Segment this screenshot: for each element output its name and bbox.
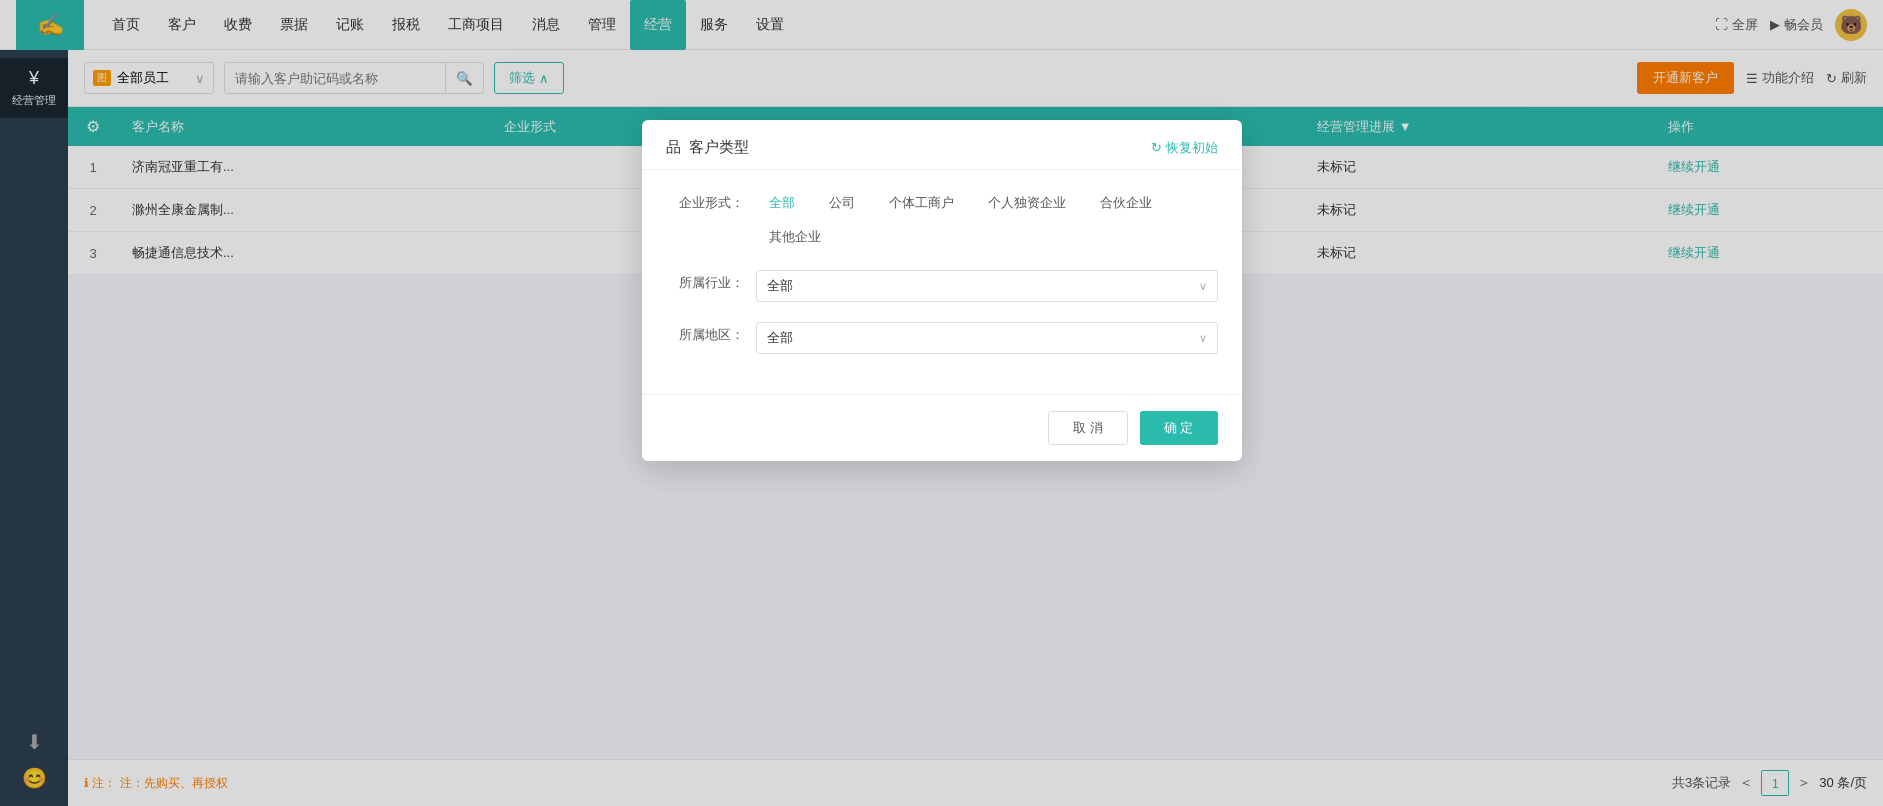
modal-title-text: 客户类型 (689, 138, 749, 157)
industry-form-row: 所属行业： 全部 ∨ (666, 270, 1218, 302)
region-dropdown-icon: ∨ (1199, 332, 1207, 345)
region-select-wrap: 全部 ∨ (756, 322, 1218, 354)
reset-icon: ↻ (1151, 140, 1162, 155)
region-value: 全部 (767, 329, 793, 347)
industry-select[interactable]: 全部 ∨ (756, 270, 1218, 302)
modal-header: 品 客户类型 ↻ 恢复初始 (642, 120, 1242, 170)
industry-dropdown-icon: ∨ (1199, 280, 1207, 293)
modal-overlay: 品 客户类型 ↻ 恢复初始 企业形式： 全部公司个体工商户个人独资企业合伙企业其… (0, 0, 1883, 806)
confirm-button[interactable]: 确 定 (1140, 411, 1218, 445)
enterprise-tag-group: 全部公司个体工商户个人独资企业合伙企业其他企业 (756, 190, 1218, 250)
industry-select-wrap: 全部 ∨ (756, 270, 1218, 302)
modal-footer: 取 消 确 定 (642, 394, 1242, 461)
industry-value: 全部 (767, 277, 793, 295)
filter-modal: 品 客户类型 ↻ 恢复初始 企业形式： 全部公司个体工商户个人独资企业合伙企业其… (642, 120, 1242, 461)
modal-body: 企业形式： 全部公司个体工商户个人独资企业合伙企业其他企业 所属行业： 全部 ∨… (642, 170, 1242, 394)
enterprise-tag-公司[interactable]: 公司 (816, 190, 868, 216)
industry-label: 所属行业： (666, 270, 756, 292)
enterprise-tag-合伙企业[interactable]: 合伙企业 (1087, 190, 1165, 216)
enterprise-label: 企业形式： (666, 190, 756, 212)
enterprise-options: 全部公司个体工商户个人独资企业合伙企业其他企业 (756, 190, 1218, 250)
modal-title-icon: 品 (666, 138, 681, 157)
modal-reset-button[interactable]: ↻ 恢复初始 (1151, 139, 1218, 157)
reset-label: 恢复初始 (1166, 139, 1218, 157)
modal-title: 品 客户类型 (666, 138, 749, 157)
enterprise-tag-全部[interactable]: 全部 (756, 190, 808, 216)
enterprise-tag-个人独资企业[interactable]: 个人独资企业 (975, 190, 1079, 216)
region-label: 所属地区： (666, 322, 756, 344)
enterprise-form-row: 企业形式： 全部公司个体工商户个人独资企业合伙企业其他企业 (666, 190, 1218, 250)
enterprise-tag-其他企业[interactable]: 其他企业 (756, 224, 834, 250)
enterprise-tag-个体工商户[interactable]: 个体工商户 (876, 190, 967, 216)
cancel-button[interactable]: 取 消 (1048, 411, 1128, 445)
region-form-row: 所属地区： 全部 ∨ (666, 322, 1218, 354)
region-select[interactable]: 全部 ∨ (756, 322, 1218, 354)
